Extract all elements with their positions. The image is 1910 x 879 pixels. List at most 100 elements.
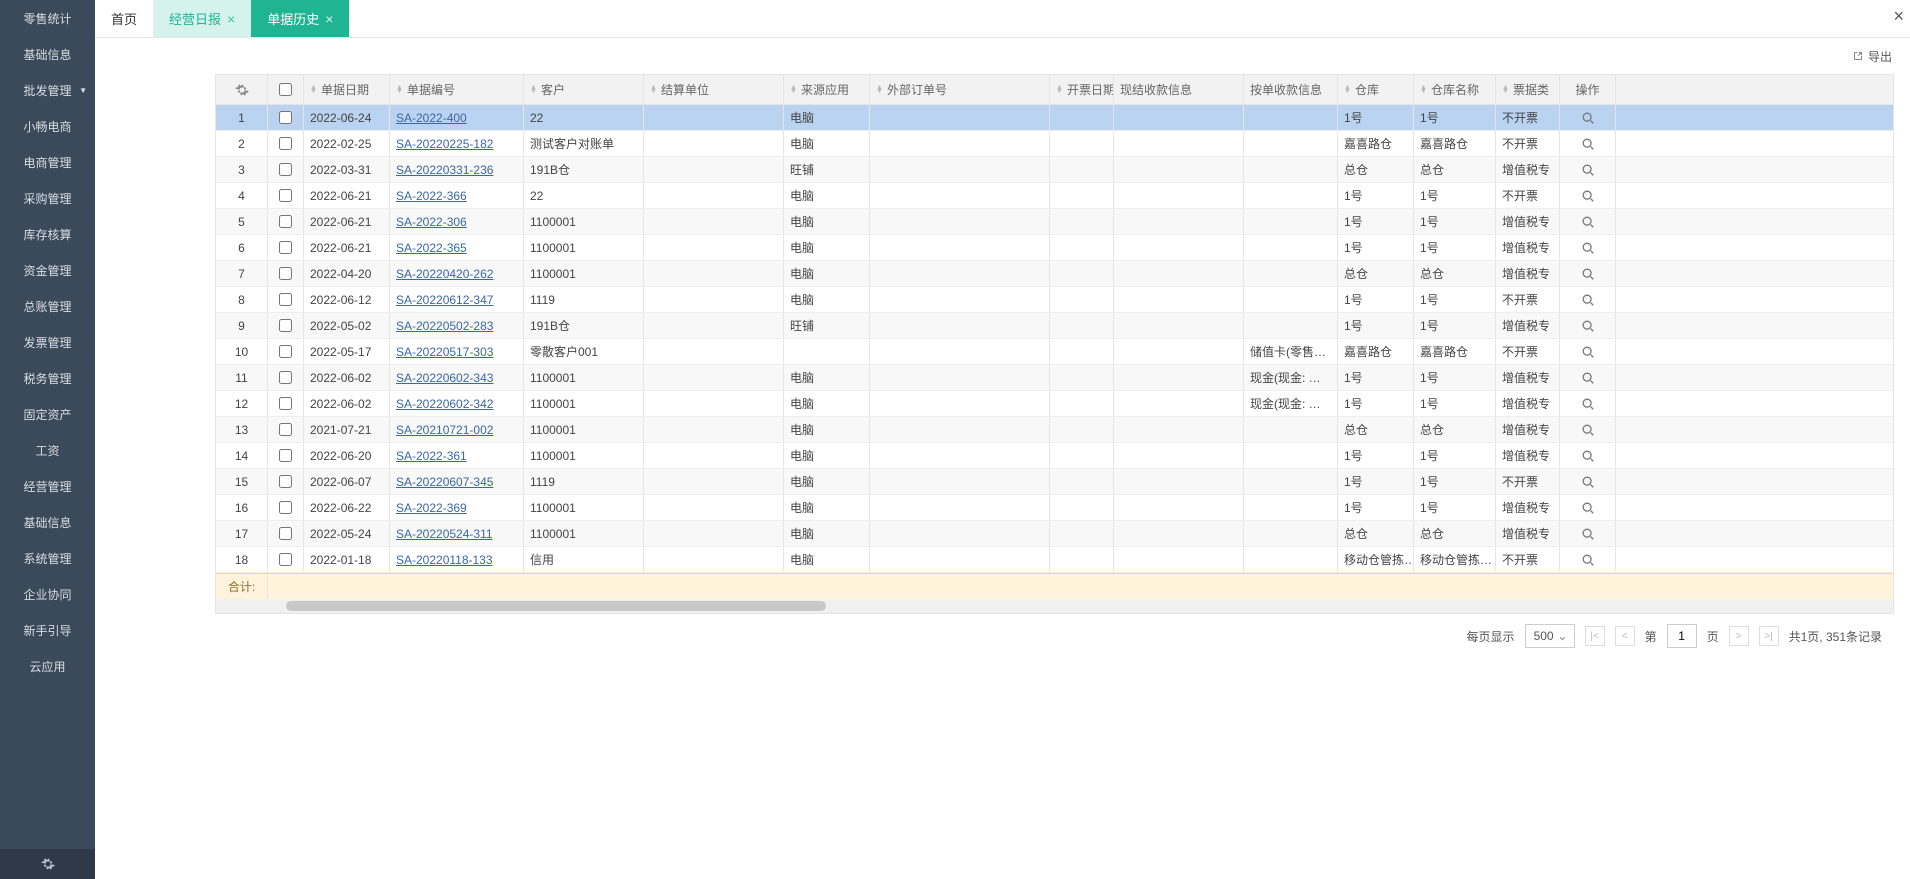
sidebar-item-0[interactable]: 零售统计 bbox=[0, 0, 95, 36]
col-header-inv[interactable]: ▲▼开票日期 bbox=[1050, 75, 1114, 104]
row-checkbox-input[interactable] bbox=[279, 345, 292, 358]
cell-action[interactable] bbox=[1560, 547, 1616, 572]
table-row[interactable]: 32022-03-31SA-20220331-236191B仓旺铺总仓总仓增值税… bbox=[216, 157, 1893, 183]
row-checkbox[interactable] bbox=[268, 131, 304, 156]
sidebar-settings-button[interactable] bbox=[0, 849, 95, 879]
row-checkbox[interactable] bbox=[268, 443, 304, 468]
tab-1[interactable]: 经营日报× bbox=[153, 0, 251, 37]
sidebar-item-10[interactable]: 税务管理 bbox=[0, 360, 95, 396]
cell-action[interactable] bbox=[1560, 209, 1616, 234]
row-checkbox[interactable] bbox=[268, 157, 304, 182]
cell-doc-no[interactable]: SA-20220524-311 bbox=[390, 521, 524, 546]
row-checkbox[interactable] bbox=[268, 105, 304, 130]
sidebar-item-12[interactable]: 工资 bbox=[0, 432, 95, 468]
per-page-select[interactable]: 500 bbox=[1525, 624, 1575, 648]
sidebar-item-6[interactable]: 库存核算 bbox=[0, 216, 95, 252]
cell-action[interactable] bbox=[1560, 183, 1616, 208]
table-row[interactable]: 142022-06-20SA-2022-3611100001电脑1号1号增值税专 bbox=[216, 443, 1893, 469]
cell-doc-no[interactable]: SA-2022-366 bbox=[390, 183, 524, 208]
row-checkbox-input[interactable] bbox=[279, 553, 292, 566]
row-checkbox[interactable] bbox=[268, 261, 304, 286]
cell-action[interactable] bbox=[1560, 235, 1616, 260]
sidebar-item-13[interactable]: 经营管理 bbox=[0, 468, 95, 504]
row-checkbox[interactable] bbox=[268, 235, 304, 260]
table-row[interactable]: 52022-06-21SA-2022-3061100001电脑1号1号增值税专 bbox=[216, 209, 1893, 235]
sidebar-item-14[interactable]: 基础信息 bbox=[0, 504, 95, 540]
table-row[interactable]: 62022-06-21SA-2022-3651100001电脑1号1号增值税专 bbox=[216, 235, 1893, 261]
row-checkbox-input[interactable] bbox=[279, 527, 292, 540]
cell-doc-no[interactable]: SA-20220225-182 bbox=[390, 131, 524, 156]
sidebar-item-15[interactable]: 系统管理 bbox=[0, 540, 95, 576]
row-checkbox[interactable] bbox=[268, 209, 304, 234]
col-header-wh[interactable]: ▲▼仓库 bbox=[1338, 75, 1414, 104]
cell-doc-no[interactable]: SA-20220602-342 bbox=[390, 391, 524, 416]
table-row[interactable]: 182022-01-18SA-20220118-133信用电脑移动仓管拣…移动仓… bbox=[216, 547, 1893, 573]
sidebar-item-16[interactable]: 企业协同 bbox=[0, 576, 95, 612]
sidebar-item-11[interactable]: 固定资产 bbox=[0, 396, 95, 432]
row-checkbox[interactable] bbox=[268, 495, 304, 520]
row-checkbox-input[interactable] bbox=[279, 475, 292, 488]
cell-action[interactable] bbox=[1560, 339, 1616, 364]
table-row[interactable]: 112022-06-02SA-20220602-3431100001电脑现金(现… bbox=[216, 365, 1893, 391]
row-checkbox-input[interactable] bbox=[279, 267, 292, 280]
sidebar-item-9[interactable]: 发票管理 bbox=[0, 324, 95, 360]
sidebar-item-5[interactable]: 采购管理 bbox=[0, 180, 95, 216]
cell-doc-no[interactable]: SA-20220502-283 bbox=[390, 313, 524, 338]
sidebar-item-3[interactable]: 小畅电商 bbox=[0, 108, 95, 144]
tab-2[interactable]: 单据历史× bbox=[251, 0, 349, 37]
cell-action[interactable] bbox=[1560, 131, 1616, 156]
page-prev-button[interactable]: < bbox=[1615, 626, 1635, 646]
col-header-cust[interactable]: ▲▼客户 bbox=[524, 75, 644, 104]
sidebar-item-7[interactable]: 资金管理 bbox=[0, 252, 95, 288]
cell-action[interactable] bbox=[1560, 365, 1616, 390]
row-checkbox-input[interactable] bbox=[279, 319, 292, 332]
row-checkbox[interactable] bbox=[268, 339, 304, 364]
cell-doc-no[interactable]: SA-2022-369 bbox=[390, 495, 524, 520]
cell-action[interactable] bbox=[1560, 417, 1616, 442]
row-checkbox-input[interactable] bbox=[279, 111, 292, 124]
cell-doc-no[interactable]: SA-20220517-303 bbox=[390, 339, 524, 364]
cell-action[interactable] bbox=[1560, 443, 1616, 468]
cell-doc-no[interactable]: SA-20220420-262 bbox=[390, 261, 524, 286]
cell-doc-no[interactable]: SA-20210721-002 bbox=[390, 417, 524, 442]
sidebar-item-1[interactable]: 基础信息 bbox=[0, 36, 95, 72]
table-row[interactable]: 82022-06-12SA-20220612-3471119电脑1号1号不开票 bbox=[216, 287, 1893, 313]
sidebar-item-2[interactable]: 批发管理 bbox=[0, 72, 95, 108]
row-checkbox-input[interactable] bbox=[279, 397, 292, 410]
cell-doc-no[interactable]: SA-20220602-343 bbox=[390, 365, 524, 390]
table-row[interactable]: 102022-05-17SA-20220517-303零散客户001储值卡(零售… bbox=[216, 339, 1893, 365]
tab-close-icon[interactable]: × bbox=[227, 11, 235, 27]
tab-close-icon[interactable]: × bbox=[325, 11, 333, 27]
row-checkbox-input[interactable] bbox=[279, 163, 292, 176]
table-row[interactable]: 162022-06-22SA-2022-3691100001电脑1号1号增值税专 bbox=[216, 495, 1893, 521]
table-row[interactable]: 72022-04-20SA-20220420-2621100001电脑总仓总仓增… bbox=[216, 261, 1893, 287]
row-checkbox-input[interactable] bbox=[279, 215, 292, 228]
row-checkbox[interactable] bbox=[268, 469, 304, 494]
tab-0[interactable]: 首页 bbox=[95, 0, 153, 37]
col-header-ext[interactable]: ▲▼外部订单号 bbox=[870, 75, 1050, 104]
table-row[interactable]: 12022-06-24SA-2022-40022电脑1号1号不开票 bbox=[216, 105, 1893, 131]
sidebar-item-4[interactable]: 电商管理 bbox=[0, 144, 95, 180]
export-button[interactable]: 导出 bbox=[1852, 48, 1892, 65]
row-checkbox[interactable] bbox=[268, 365, 304, 390]
row-checkbox[interactable] bbox=[268, 521, 304, 546]
close-all-tabs-icon[interactable]: × bbox=[1893, 6, 1904, 27]
row-checkbox-input[interactable] bbox=[279, 371, 292, 384]
row-checkbox[interactable] bbox=[268, 313, 304, 338]
select-all-checkbox[interactable] bbox=[279, 83, 292, 96]
table-row[interactable]: 92022-05-02SA-20220502-283191B仓旺铺1号1号增值税… bbox=[216, 313, 1893, 339]
row-checkbox[interactable] bbox=[268, 183, 304, 208]
cell-doc-no[interactable]: SA-2022-365 bbox=[390, 235, 524, 260]
table-row[interactable]: 42022-06-21SA-2022-36622电脑1号1号不开票 bbox=[216, 183, 1893, 209]
row-checkbox-input[interactable] bbox=[279, 241, 292, 254]
table-row[interactable]: 22022-02-25SA-20220225-182测试客户对账单电脑嘉喜路仓嘉… bbox=[216, 131, 1893, 157]
cell-doc-no[interactable]: SA-20220612-347 bbox=[390, 287, 524, 312]
table-row[interactable]: 172022-05-24SA-20220524-3111100001电脑总仓总仓… bbox=[216, 521, 1893, 547]
cell-doc-no[interactable]: SA-2022-400 bbox=[390, 105, 524, 130]
row-checkbox-input[interactable] bbox=[279, 501, 292, 514]
col-header-tick[interactable]: ▲▼票据类 bbox=[1496, 75, 1560, 104]
table-row[interactable]: 152022-06-07SA-20220607-3451119电脑1号1号不开票 bbox=[216, 469, 1893, 495]
page-input[interactable] bbox=[1667, 624, 1697, 648]
page-next-button[interactable]: > bbox=[1729, 626, 1749, 646]
cell-doc-no[interactable]: SA-20220331-236 bbox=[390, 157, 524, 182]
